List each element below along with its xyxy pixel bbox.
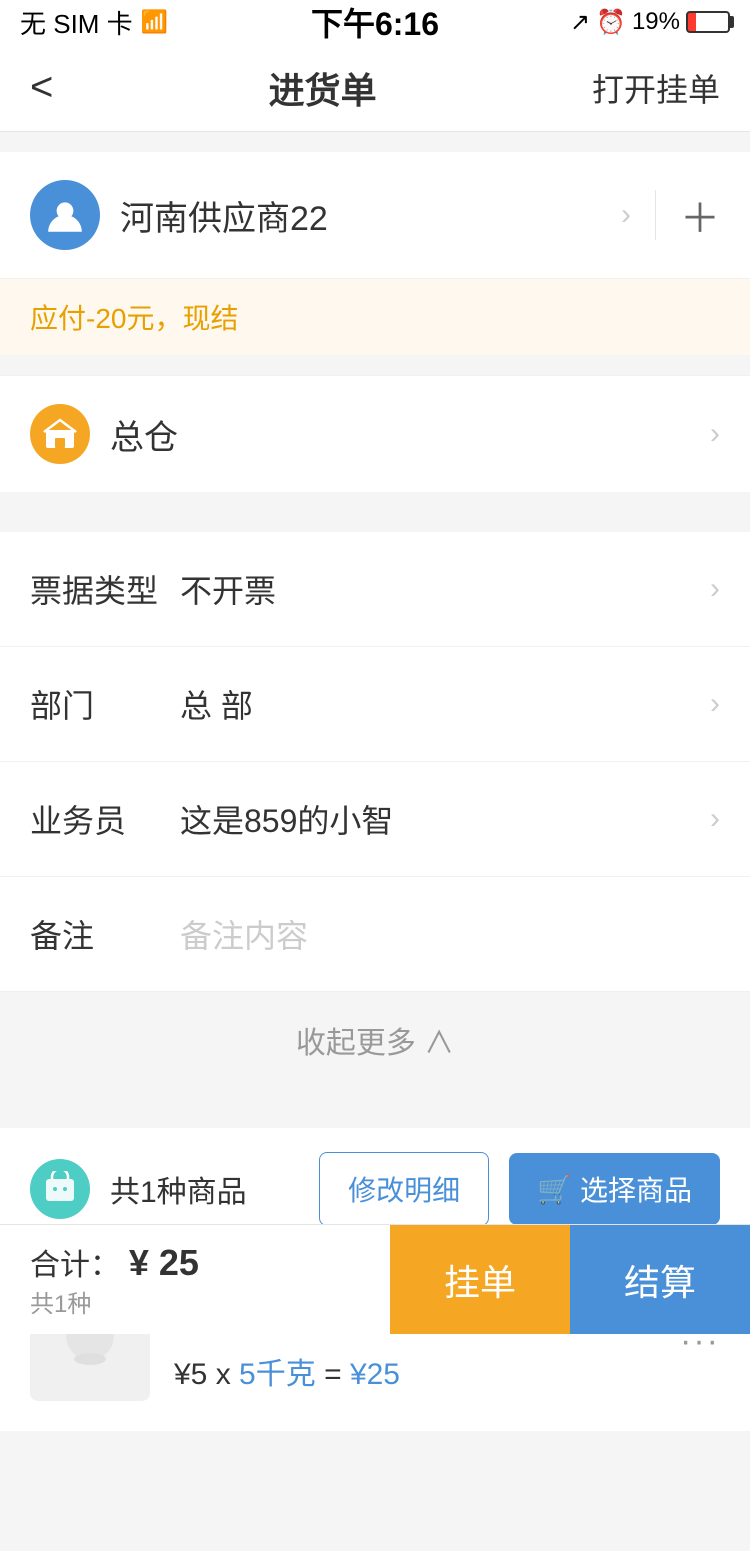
wifi-icon: 📶 <box>141 9 168 35</box>
alarm-icon: ⏰ <box>596 8 626 37</box>
supplier-row[interactable]: 河南供应商22 › ＋ <box>0 152 750 279</box>
supplier-chevron-icon: › <box>621 198 631 232</box>
equals: = <box>324 1358 350 1391</box>
status-bar-left: 无 SIM 卡 📶 <box>20 4 168 41</box>
quantity: 5千克 <box>239 1358 316 1391</box>
total-label: 合计： <box>30 1249 120 1282</box>
department-chevron-icon: › <box>710 687 720 721</box>
remark-row[interactable]: 备注 备注内容 <box>0 877 750 992</box>
warehouse-name: 总仓 <box>110 410 710 459</box>
invoice-type-row[interactable]: 票据类型 不开票 › <box>0 532 750 647</box>
salesman-label: 业务员 <box>30 796 170 842</box>
total-price: ¥25 <box>350 1358 400 1391</box>
total-row: 合计： ¥ 25 <box>30 1240 360 1284</box>
divider-2 <box>0 355 750 375</box>
checkout-button[interactable]: 结算 <box>570 1225 750 1334</box>
bottom-bar: 合计： ¥ 25 共1种 挂单 结算 <box>0 1224 750 1334</box>
warehouse-icon <box>30 404 90 464</box>
warehouse-row[interactable]: 总仓 › <box>0 375 750 492</box>
divider-top <box>0 132 750 152</box>
salesman-chevron-icon: › <box>710 802 720 836</box>
status-bar: 无 SIM 卡 📶 下午6:16 ↗ ⏰ 19% <box>0 0 750 44</box>
warehouse-section: 总仓 › <box>0 375 750 492</box>
collapse-label: 收起更多 ∧ <box>296 1018 454 1062</box>
salesman-value: 这是859的小智 <box>170 796 710 842</box>
invoice-type-value: 不开票 <box>170 566 710 612</box>
open-hang-button[interactable]: 打开挂单 <box>592 65 720 111</box>
supplier-avatar <box>30 180 100 250</box>
divider-3 <box>0 492 750 512</box>
back-button[interactable]: < <box>30 65 53 110</box>
edit-details-button[interactable]: 修改明细 <box>319 1152 489 1226</box>
status-bar-time: 下午6:16 <box>311 0 439 45</box>
invoice-type-chevron-icon: › <box>710 572 720 606</box>
product-price-row: ¥5 x 5千克 = ¥25 <box>174 1349 656 1393</box>
remark-placeholder: 备注内容 <box>170 911 720 957</box>
notice-banner: 应付-20元，现结 <box>0 279 750 355</box>
salesman-row[interactable]: 业务员 这是859的小智 › <box>0 762 750 877</box>
bottom-spacer <box>0 1431 750 1551</box>
unit-price: ¥5 x <box>174 1358 239 1391</box>
supplier-name: 河南供应商22 <box>120 191 621 240</box>
supplier-section: 河南供应商22 › ＋ 应付-20元，现结 <box>0 152 750 355</box>
total-count: 共1种 <box>30 1284 360 1319</box>
collapse-button[interactable]: 收起更多 ∧ <box>0 992 750 1088</box>
department-label: 部门 <box>30 681 170 727</box>
total-amount: ¥ 25 <box>129 1242 199 1283</box>
hang-button[interactable]: 挂单 <box>390 1225 570 1334</box>
page-title: 进货单 <box>269 62 377 114</box>
department-row[interactable]: 部门 总 部 › <box>0 647 750 762</box>
location-icon: ↗ <box>570 8 590 37</box>
total-section: 合计： ¥ 25 共1种 <box>0 1225 390 1334</box>
battery-icon <box>686 11 730 33</box>
vertical-divider <box>655 190 656 240</box>
cart-icon: 🛒 <box>537 1173 572 1206</box>
battery-label: 19% <box>632 8 680 36</box>
department-value: 总 部 <box>170 681 710 727</box>
status-bar-right: ↗ ⏰ 19% <box>570 8 730 37</box>
products-count: 共1种商品 <box>110 1167 299 1211</box>
remark-label: 备注 <box>30 911 170 957</box>
divider-4 <box>0 1088 750 1108</box>
warehouse-chevron-icon: › <box>710 417 720 451</box>
products-icon <box>30 1159 90 1219</box>
select-product-button[interactable]: 🛒 选择商品 <box>509 1153 720 1225</box>
carrier-label: 无 SIM 卡 <box>20 4 133 41</box>
form-section: 票据类型 不开票 › 部门 总 部 › 业务员 这是859的小智 › 备注 备注… <box>0 532 750 992</box>
invoice-type-label: 票据类型 <box>30 566 170 612</box>
nav-bar: < 进货单 打开挂单 <box>0 44 750 132</box>
select-product-label: 选择商品 <box>580 1169 692 1209</box>
add-supplier-button[interactable]: ＋ <box>680 186 720 244</box>
